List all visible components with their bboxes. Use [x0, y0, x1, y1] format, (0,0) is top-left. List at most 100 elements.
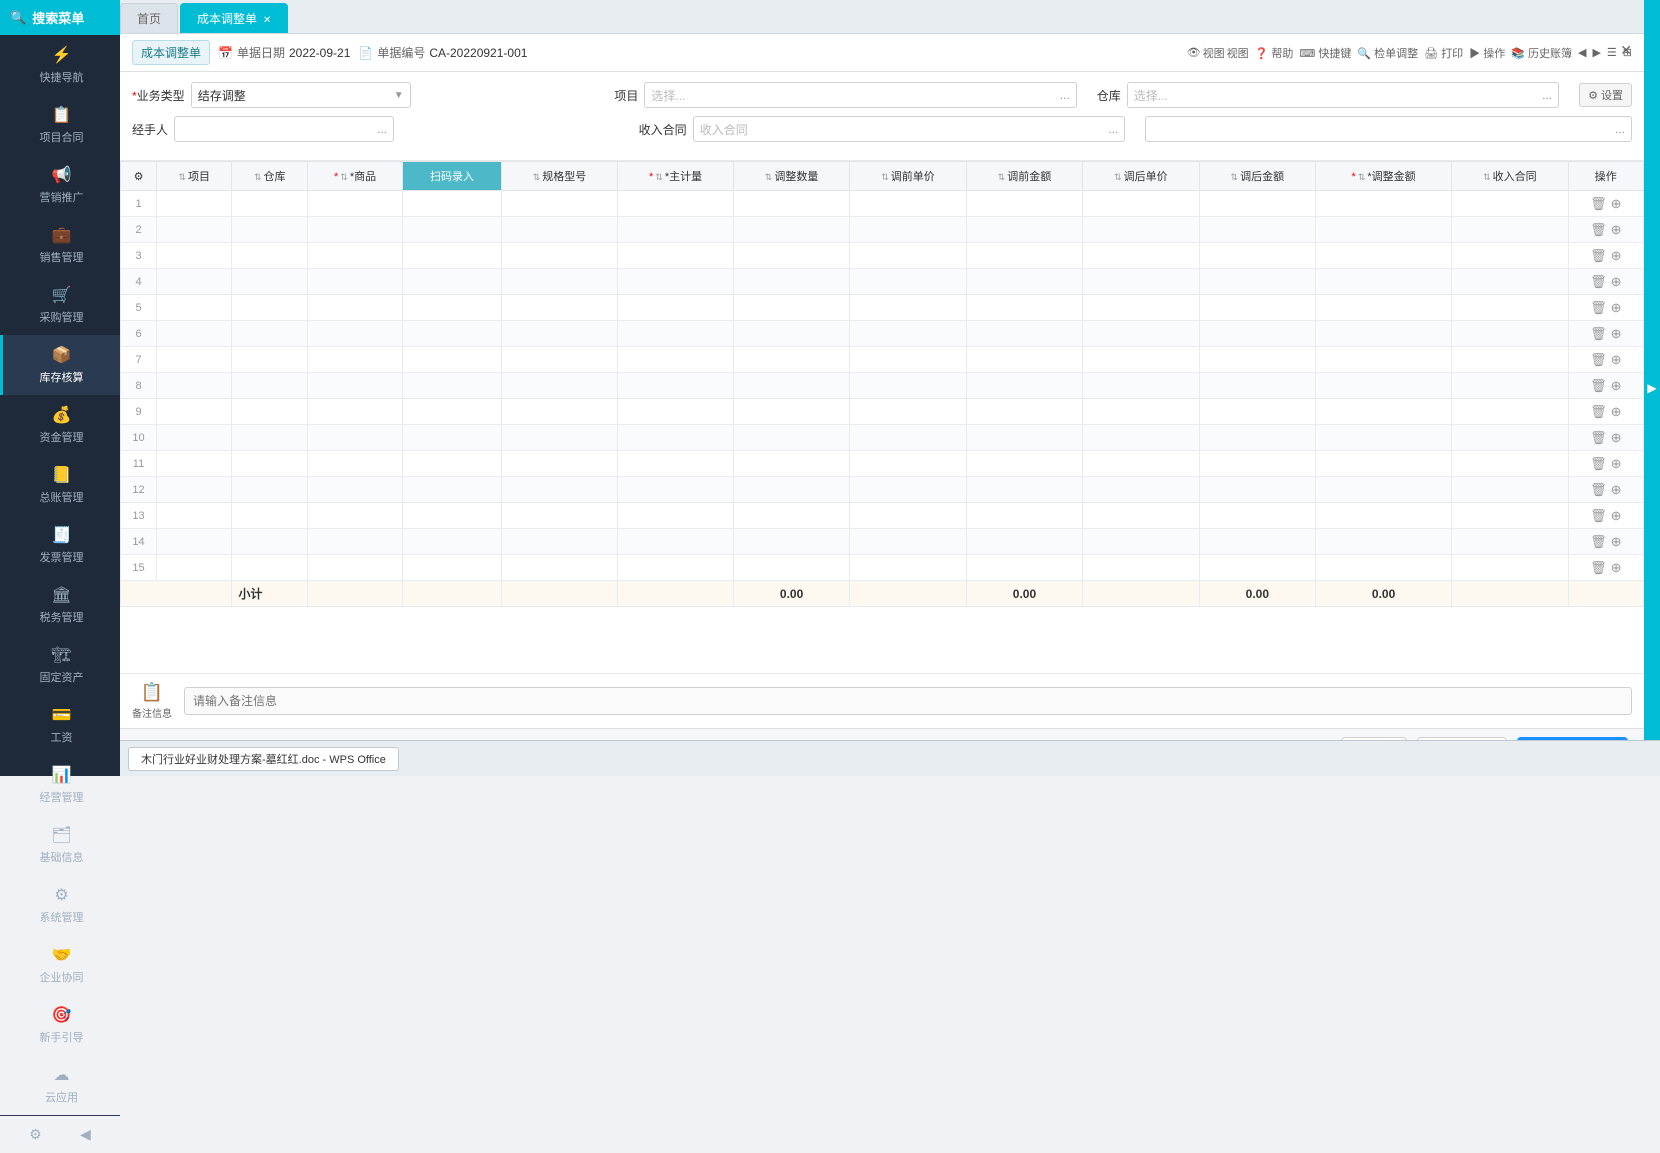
- data-cell[interactable]: [618, 321, 734, 347]
- data-cell[interactable]: [501, 269, 617, 295]
- data-cell[interactable]: [501, 529, 617, 555]
- data-cell[interactable]: [403, 321, 502, 347]
- data-cell[interactable]: [157, 243, 232, 269]
- delete-btn[interactable]: 🗑: [1590, 196, 1607, 212]
- data-cell[interactable]: [1083, 321, 1199, 347]
- data-cell[interactable]: [966, 217, 1082, 243]
- data-cell[interactable]: [1452, 555, 1568, 581]
- data-cell[interactable]: [966, 529, 1082, 555]
- data-cell[interactable]: [157, 503, 232, 529]
- data-cell[interactable]: [403, 451, 502, 477]
- data-cell[interactable]: [1083, 529, 1199, 555]
- data-cell[interactable]: [733, 399, 849, 425]
- help-action[interactable]: ❓ 帮助: [1255, 45, 1294, 61]
- warehouse-input[interactable]: 选择... ...: [1127, 82, 1559, 108]
- tab-cost-adjust[interactable]: 成本调整单✕: [180, 3, 288, 33]
- data-cell[interactable]: [966, 425, 1082, 451]
- data-cell[interactable]: [403, 399, 502, 425]
- sidebar-item-inventory[interactable]: 📦库存核算: [0, 335, 120, 395]
- copy-btn[interactable]: ⊕: [1611, 352, 1622, 368]
- data-cell[interactable]: [618, 399, 734, 425]
- data-cell[interactable]: [618, 451, 734, 477]
- data-cell[interactable]: [232, 477, 307, 503]
- data-cell[interactable]: [501, 347, 617, 373]
- data-cell[interactable]: [618, 425, 734, 451]
- data-cell[interactable]: [157, 399, 232, 425]
- sidebar-item-sales-promo[interactable]: 📢营销推广: [0, 155, 120, 215]
- data-cell[interactable]: [307, 269, 402, 295]
- data-cell[interactable]: [618, 347, 734, 373]
- copy-btn[interactable]: ⊕: [1611, 404, 1622, 420]
- data-cell[interactable]: [232, 347, 307, 373]
- data-cell[interactable]: [307, 425, 402, 451]
- collapse-icon[interactable]: ◀: [80, 1126, 91, 1143]
- delete-btn[interactable]: 🗑: [1590, 430, 1607, 446]
- data-cell[interactable]: [618, 529, 734, 555]
- data-cell[interactable]: [850, 373, 966, 399]
- data-cell[interactable]: [1452, 399, 1568, 425]
- income-contract-extra-input[interactable]: ...: [1145, 116, 1632, 142]
- data-cell[interactable]: [850, 243, 966, 269]
- data-cell[interactable]: [1199, 243, 1315, 269]
- data-cell[interactable]: [966, 321, 1082, 347]
- data-cell[interactable]: [307, 217, 402, 243]
- data-cell[interactable]: [1199, 451, 1315, 477]
- data-cell[interactable]: [966, 243, 1082, 269]
- data-cell[interactable]: [403, 477, 502, 503]
- biz-type-input[interactable]: 结存调整 ▼: [191, 82, 411, 108]
- data-cell[interactable]: [1316, 477, 1452, 503]
- list-view-btn[interactable]: ☰: [1607, 46, 1617, 59]
- data-cell[interactable]: [501, 503, 617, 529]
- data-cell[interactable]: [1083, 191, 1199, 217]
- data-cell[interactable]: [232, 373, 307, 399]
- data-cell[interactable]: [157, 477, 232, 503]
- data-cell[interactable]: [307, 529, 402, 555]
- data-cell[interactable]: [1083, 373, 1199, 399]
- data-cell[interactable]: [232, 217, 307, 243]
- data-cell[interactable]: [1452, 503, 1568, 529]
- data-cell[interactable]: [232, 243, 307, 269]
- shortcut-action[interactable]: ⌨ 快捷键: [1299, 45, 1351, 61]
- data-cell[interactable]: [1199, 399, 1315, 425]
- delete-btn[interactable]: 🗑: [1590, 274, 1607, 290]
- copy-btn[interactable]: ⊕: [1611, 274, 1622, 290]
- data-cell[interactable]: [157, 321, 232, 347]
- data-cell[interactable]: [1083, 555, 1199, 581]
- data-cell[interactable]: [232, 399, 307, 425]
- sidebar-item-asset-mgmt[interactable]: 🏗固定资产: [0, 635, 120, 695]
- data-cell[interactable]: [157, 425, 232, 451]
- next-btn[interactable]: ▶: [1592, 46, 1600, 59]
- data-cell[interactable]: [1452, 321, 1568, 347]
- data-cell[interactable]: [1316, 399, 1452, 425]
- data-cell[interactable]: [232, 295, 307, 321]
- handler-input[interactable]: ...: [174, 116, 394, 142]
- print-action[interactable]: 🖨 打印: [1424, 45, 1463, 61]
- copy-btn[interactable]: ⊕: [1611, 430, 1622, 446]
- sidebar-item-enterprise[interactable]: 🤝企业协同: [0, 935, 120, 995]
- data-cell[interactable]: [850, 269, 966, 295]
- data-cell[interactable]: [1199, 503, 1315, 529]
- sidebar-item-sales-mgmt[interactable]: 💼销售管理: [0, 215, 120, 275]
- data-cell[interactable]: [1083, 347, 1199, 373]
- data-cell[interactable]: [1316, 191, 1452, 217]
- view-action[interactable]: 👁 视图视图: [1187, 45, 1249, 61]
- sidebar-item-system-mgmt[interactable]: ⚙系统管理: [0, 875, 120, 935]
- data-cell[interactable]: [1083, 503, 1199, 529]
- sidebar-item-cloud-app[interactable]: ☁云应用: [0, 1055, 120, 1115]
- data-cell[interactable]: [733, 269, 849, 295]
- data-cell[interactable]: [850, 347, 966, 373]
- data-cell[interactable]: [501, 373, 617, 399]
- col-scan[interactable]: 扫码录入: [403, 162, 502, 191]
- data-cell[interactable]: [1199, 295, 1315, 321]
- delete-btn[interactable]: 🗑: [1590, 378, 1607, 394]
- data-cell[interactable]: [1452, 451, 1568, 477]
- data-cell[interactable]: [1316, 295, 1452, 321]
- data-cell[interactable]: [733, 191, 849, 217]
- data-cell[interactable]: [232, 555, 307, 581]
- data-cell[interactable]: [618, 477, 734, 503]
- data-cell[interactable]: [307, 373, 402, 399]
- data-cell[interactable]: [307, 243, 402, 269]
- data-cell[interactable]: [850, 191, 966, 217]
- sidebar-item-basic-info[interactable]: 🗂基础信息: [0, 815, 120, 875]
- data-cell[interactable]: [307, 477, 402, 503]
